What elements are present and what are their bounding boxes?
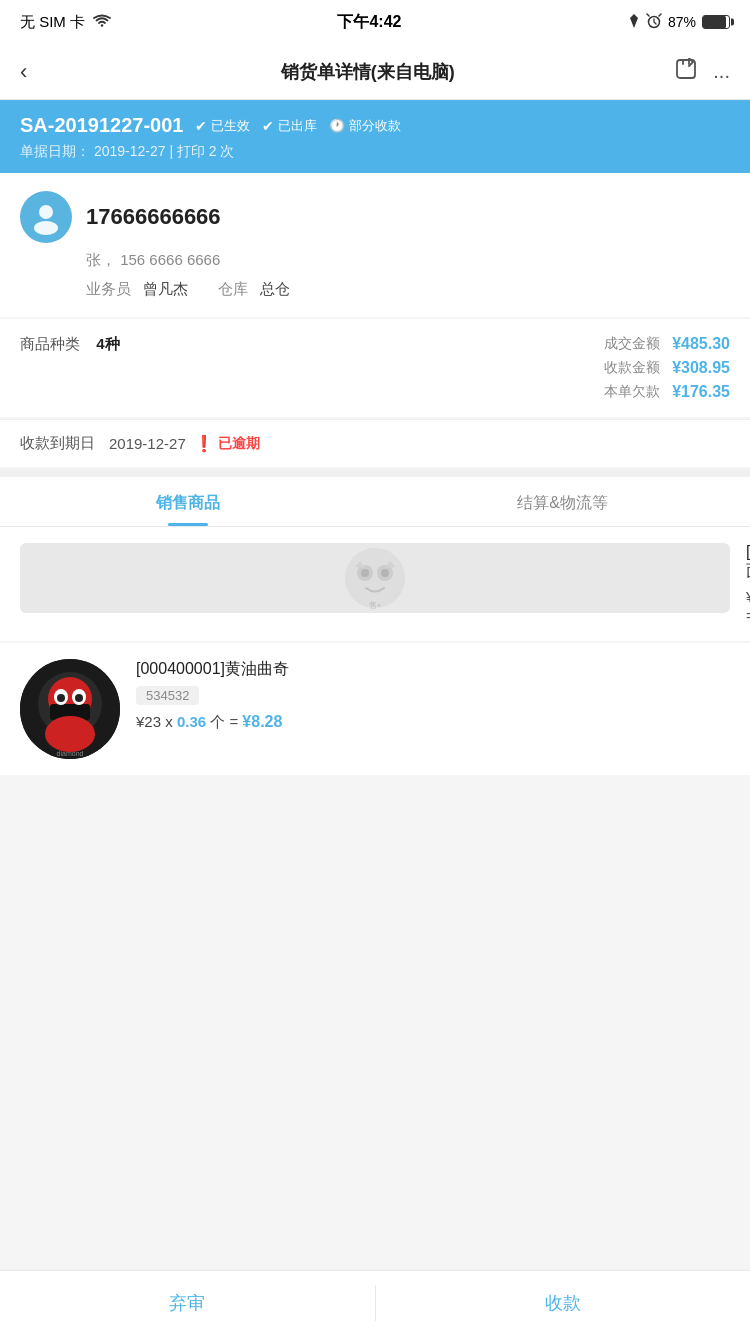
overdue-badge: ❗ 已逾期 bbox=[194, 434, 260, 453]
battery-percent: 87% bbox=[668, 14, 696, 30]
header-banner: SA-20191227-001 ✔ 已生效 ✔ 已出库 🕐 部分收款 单据日期：… bbox=[0, 100, 750, 173]
customer-phone: 17666666666 bbox=[86, 204, 221, 230]
svg-point-3 bbox=[34, 221, 58, 235]
product-price-2: ¥23 x 0.36 个 = ¥8.28 bbox=[136, 713, 730, 732]
product-item: 售+ [0000002]面包 ¥40 x 5 袋 = ¥199.99 bbox=[0, 527, 750, 641]
product-item-2: diamond [000400001]黄油曲奇 534532 ¥23 x 0.3… bbox=[0, 643, 750, 775]
product-thumbnail-1: 售+ bbox=[20, 543, 730, 613]
bottom-spacer bbox=[0, 777, 750, 857]
product-types: 商品种类 4种 bbox=[20, 335, 120, 354]
customer-name-line: 张， 156 6666 6666 bbox=[20, 251, 730, 270]
salesperson-info: 业务员 曾凡杰 bbox=[86, 280, 188, 299]
svg-text:diamond: diamond bbox=[57, 750, 84, 757]
badge-partial: 🕐 部分收款 bbox=[329, 117, 401, 135]
svg-point-16 bbox=[57, 694, 65, 702]
battery-icon bbox=[702, 15, 730, 29]
customer-meta: 业务员 曾凡杰 仓库 总仓 bbox=[20, 280, 730, 299]
wifi-icon bbox=[93, 14, 111, 31]
tab-settlement[interactable]: 结算&物流等 bbox=[375, 477, 750, 526]
more-button[interactable]: ... bbox=[713, 60, 730, 83]
badge-activated: ✔ 已生效 bbox=[195, 117, 250, 135]
customer-top: 17666666666 bbox=[20, 191, 730, 243]
svg-point-8 bbox=[381, 569, 389, 577]
location-icon bbox=[628, 14, 640, 31]
deal-amount: 成交金额 ¥485.30 bbox=[604, 335, 730, 353]
product-name-2: [000400001]黄油曲奇 bbox=[136, 659, 730, 680]
product-info-2: [000400001]黄油曲奇 534532 ¥23 x 0.36 个 = ¥8… bbox=[136, 659, 730, 732]
product-name-1: [0000002]面包 bbox=[746, 543, 750, 582]
product-price-1: ¥40 x 5 袋 = ¥199.99 bbox=[746, 588, 750, 625]
section-divider bbox=[0, 469, 750, 477]
page-title: 销货单详情(来自电脑) bbox=[281, 60, 455, 84]
status-bar: 无 SIM 卡 下午4:42 87% bbox=[0, 0, 750, 44]
owed-amount: 本单欠款 ¥176.35 bbox=[604, 383, 730, 401]
svg-point-2 bbox=[39, 205, 53, 219]
confirm-button[interactable]: 收款 bbox=[376, 1281, 751, 1325]
svg-point-4 bbox=[345, 548, 405, 608]
status-time: 下午4:42 bbox=[337, 12, 401, 33]
nav-actions: ... bbox=[675, 58, 730, 85]
svg-point-17 bbox=[75, 694, 83, 702]
received-amount: 收款金额 ¥308.95 bbox=[604, 359, 730, 377]
overdue-icon: ❗ bbox=[194, 434, 214, 453]
tab-sales-products[interactable]: 销售商品 bbox=[0, 477, 375, 526]
carrier-text: 无 SIM 卡 bbox=[20, 13, 85, 32]
status-right: 87% bbox=[628, 13, 730, 32]
svg-point-7 bbox=[361, 569, 369, 577]
warehouse-info: 仓库 总仓 bbox=[218, 280, 290, 299]
nav-bar: ‹ 销货单详情(来自电脑) ... bbox=[0, 44, 750, 100]
stats-section: 商品种类 4种 成交金额 ¥485.30 收款金额 ¥308.95 本单欠款 ¥… bbox=[0, 319, 750, 417]
order-id-row: SA-20191227-001 ✔ 已生效 ✔ 已出库 🕐 部分收款 bbox=[20, 114, 730, 137]
status-left: 无 SIM 卡 bbox=[20, 13, 111, 32]
product-sku-badge: 534532 bbox=[136, 686, 199, 705]
products-list: 售+ [0000002]面包 ¥40 x 5 袋 = ¥199.99 bbox=[0, 527, 750, 775]
share-button[interactable] bbox=[675, 58, 697, 85]
product-thumbnail-2: diamond bbox=[20, 659, 120, 759]
stats-row: 商品种类 4种 成交金额 ¥485.30 收款金额 ¥308.95 本单欠款 ¥… bbox=[20, 335, 730, 401]
avatar bbox=[20, 191, 72, 243]
svg-text:售+: 售+ bbox=[369, 601, 382, 610]
date-line: 单据日期： 2019-12-27 | 打印 2 次 bbox=[20, 143, 730, 161]
order-id-text: SA-20191227-001 bbox=[20, 114, 183, 137]
product-info-1: [0000002]面包 ¥40 x 5 袋 = ¥199.99 bbox=[746, 543, 750, 625]
badge-shipped: ✔ 已出库 bbox=[262, 117, 317, 135]
back-button[interactable]: ‹ bbox=[20, 59, 60, 85]
due-section: 收款到期日 2019-12-27 ❗ 已逾期 bbox=[0, 419, 750, 467]
tabs: 销售商品 结算&物流等 bbox=[0, 477, 750, 527]
financials: 成交金额 ¥485.30 收款金额 ¥308.95 本单欠款 ¥176.35 bbox=[604, 335, 730, 401]
svg-point-18 bbox=[45, 716, 95, 752]
customer-section: 17666666666 张， 156 6666 6666 业务员 曾凡杰 仓库 … bbox=[0, 173, 750, 317]
bottom-bar: 弃审 收款 bbox=[0, 1270, 750, 1334]
cancel-button[interactable]: 弃审 bbox=[0, 1281, 375, 1325]
alarm-icon bbox=[646, 13, 662, 32]
